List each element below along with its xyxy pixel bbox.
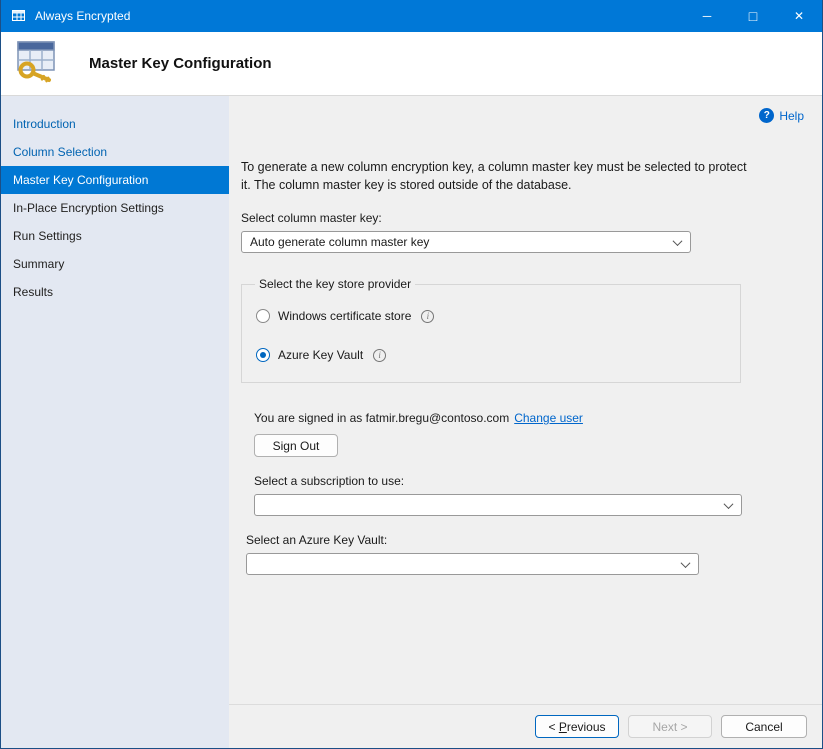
column-master-key-value: Auto generate column master key <box>250 235 429 249</box>
master-key-configuration-panel: ? Help To generate a new column encrypti… <box>229 96 822 704</box>
previous-label: < <box>548 720 558 734</box>
azure-key-vault-dropdown[interactable] <box>246 553 699 575</box>
sidebar-item-summary[interactable]: Summary <box>1 250 229 278</box>
azure-key-vault-radio[interactable] <box>256 348 270 362</box>
previous-accesskey: P <box>559 720 567 734</box>
page-title: Master Key Configuration <box>89 55 272 72</box>
key-store-provider-group-title: Select the key store provider <box>255 277 415 291</box>
table-key-icon <box>13 38 61 89</box>
info-icon[interactable]: i <box>373 349 386 362</box>
help-icon: ? <box>759 108 774 123</box>
subscription-dropdown[interactable] <box>254 494 742 516</box>
sidebar-item-run-settings[interactable]: Run Settings <box>1 222 229 250</box>
windows-certificate-store-radio[interactable] <box>256 309 270 323</box>
windows-certificate-store-label: Windows certificate store <box>278 309 411 323</box>
previous-button[interactable]: < Previous <box>535 715 619 738</box>
previous-label-rest: revious <box>567 720 606 734</box>
column-master-key-label: Select column master key: <box>241 211 806 225</box>
window-title: Always Encrypted <box>35 9 130 23</box>
title-bar: Always Encrypted ─ □ ✕ <box>1 0 822 32</box>
windows-certificate-store-option[interactable]: Windows certificate store i <box>256 309 728 323</box>
column-master-key-dropdown[interactable]: Auto generate column master key <box>241 231 691 253</box>
signed-in-email: fatmir.bregu@contoso.com <box>366 411 510 425</box>
chevron-down-icon <box>681 558 691 568</box>
minimize-button[interactable]: ─ <box>684 0 730 32</box>
sign-out-button[interactable]: Sign Out <box>254 434 338 457</box>
subscription-label: Select a subscription to use: <box>254 474 806 488</box>
window-controls: ─ □ ✕ <box>684 0 822 32</box>
info-icon[interactable]: i <box>421 310 434 323</box>
key-store-provider-group: Select the key store provider Windows ce… <box>241 277 741 383</box>
chevron-down-icon <box>673 236 683 246</box>
intro-text: To generate a new column encryption key,… <box>241 158 756 194</box>
close-button[interactable]: ✕ <box>776 0 822 32</box>
wizard-steps-sidebar: Introduction Column Selection Master Key… <box>1 96 229 748</box>
sidebar-item-master-key-configuration[interactable]: Master Key Configuration <box>1 166 229 194</box>
always-encrypted-window: Always Encrypted ─ □ ✕ Master Key Config… <box>0 0 823 749</box>
next-button[interactable]: Next > <box>628 715 712 738</box>
sidebar-item-column-selection[interactable]: Column Selection <box>1 138 229 166</box>
sidebar-item-results[interactable]: Results <box>1 278 229 306</box>
maximize-button[interactable]: □ <box>730 0 776 32</box>
sidebar-item-in-place-encryption-settings[interactable]: In-Place Encryption Settings <box>1 194 229 222</box>
wizard-footer: < Previous Next > Cancel <box>229 704 822 748</box>
cancel-button[interactable]: Cancel <box>721 715 807 738</box>
chevron-down-icon <box>724 499 734 509</box>
signed-in-prefix: You are signed in as <box>254 411 366 425</box>
azure-key-vault-label: Azure Key Vault <box>278 348 363 362</box>
always-encrypted-app-icon <box>11 8 27 24</box>
help-label: Help <box>779 109 804 123</box>
signed-in-status: You are signed in as fatmir.bregu@contos… <box>254 411 806 425</box>
sidebar-item-introduction[interactable]: Introduction <box>1 110 229 138</box>
azure-key-vault-select-label: Select an Azure Key Vault: <box>246 533 806 547</box>
azure-key-vault-option[interactable]: Azure Key Vault i <box>256 348 728 362</box>
help-link[interactable]: ? Help <box>759 108 804 123</box>
change-user-link[interactable]: Change user <box>514 411 583 425</box>
wizard-header: Master Key Configuration <box>1 32 822 96</box>
